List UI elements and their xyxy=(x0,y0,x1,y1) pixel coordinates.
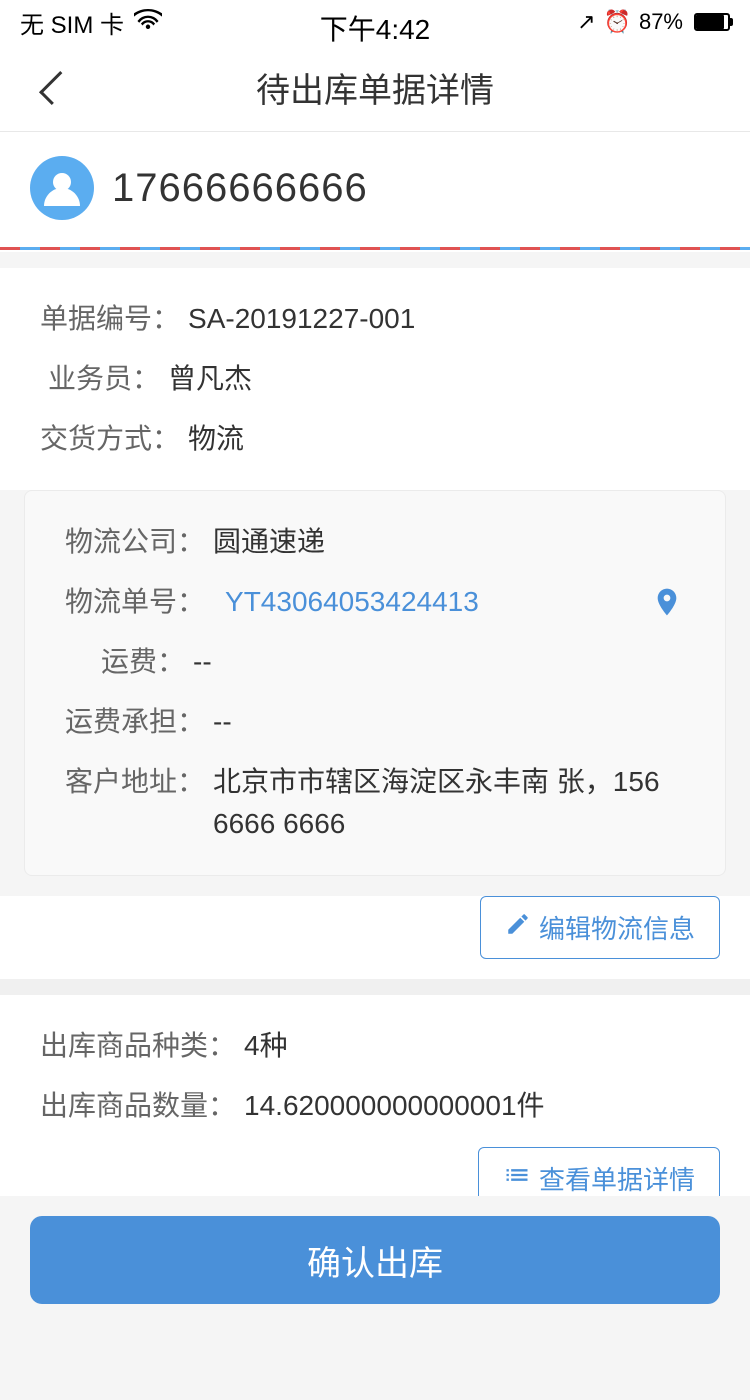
tracking-row: 物流单号： YT43064053424413 xyxy=(65,581,685,623)
confirm-btn-label: 确认出库 xyxy=(307,1236,443,1285)
tracking-location-icon[interactable] xyxy=(649,584,685,620)
sales-person-label: 业务员： xyxy=(40,358,160,400)
address-label: 客户地址： xyxy=(65,761,205,803)
user-icon xyxy=(42,168,82,208)
location-arrow-icon: ↗ xyxy=(577,9,595,35)
logistics-company-label: 物流公司： xyxy=(65,521,205,563)
battery-percent: 87% xyxy=(639,9,683,35)
delivery-method-label: 交货方式： xyxy=(40,418,180,460)
freight-bearer-label: 运费承担： xyxy=(65,701,205,743)
goods-type-row: 出库商品种类： 4种 xyxy=(40,1025,710,1067)
goods-qty-value: 14.620000000000001件 xyxy=(244,1085,710,1127)
wifi-icon xyxy=(134,8,162,36)
freight-row: 运费： -- xyxy=(65,641,685,683)
delivery-method-value: 物流 xyxy=(188,418,710,460)
sales-person-value: 曾凡杰 xyxy=(168,358,710,400)
order-no-row: 单据编号： SA-20191227-001 xyxy=(40,298,710,340)
carrier-label: 无 SIM 卡 xyxy=(20,5,124,40)
edit-btn-label: 编辑物流信息 xyxy=(539,909,695,946)
back-button[interactable] xyxy=(30,66,74,110)
goods-type-label: 出库商品种类： xyxy=(40,1025,236,1067)
avatar xyxy=(30,156,94,220)
freight-bearer-row: 运费承担： -- xyxy=(65,701,685,743)
edit-btn-row: 编辑物流信息 xyxy=(0,896,750,979)
status-bar: 无 SIM 卡 下午4:42 ↗ ⏰ 87% xyxy=(0,0,750,44)
stats-section: 出库商品种类： 4种 出库商品数量： 14.620000000000001件 xyxy=(0,995,750,1127)
goods-qty-row: 出库商品数量： 14.620000000000001件 xyxy=(40,1085,710,1127)
delivery-method-row: 交货方式： 物流 xyxy=(40,418,710,460)
freight-label: 运费： xyxy=(65,641,185,683)
list-icon xyxy=(503,1161,531,1196)
battery-icon xyxy=(691,13,730,31)
edit-icon xyxy=(505,911,531,944)
status-left: 无 SIM 卡 xyxy=(20,5,162,40)
confirm-outbound-button[interactable]: 确认出库 xyxy=(30,1216,720,1304)
goods-type-value: 4种 xyxy=(244,1025,710,1067)
sales-person-row: 业务员： 曾凡杰 xyxy=(40,358,710,400)
order-no-value: SA-20191227-001 xyxy=(188,298,710,340)
order-info-section: 单据编号： SA-20191227-001 业务员： 曾凡杰 交货方式： 物流 xyxy=(0,268,750,490)
alarm-icon: ⏰ xyxy=(604,9,631,35)
status-right: ↗ ⏰ 87% xyxy=(577,9,730,35)
section-separator xyxy=(0,979,750,995)
freight-bearer-value: -- xyxy=(213,701,685,743)
logistics-card: 物流公司： 圆通速递 物流单号： YT43064053424413 运费： --… xyxy=(24,490,726,876)
tracking-no-value: YT43064053424413 xyxy=(225,581,637,623)
page-title: 待出库单据详情 xyxy=(74,63,676,112)
goods-qty-label: 出库商品数量： xyxy=(40,1085,236,1127)
edit-logistics-button[interactable]: 编辑物流信息 xyxy=(480,896,720,959)
customer-header: 17666666666 xyxy=(0,132,750,244)
address-value: 北京市市辖区海淀区永丰南 张，156 6666 6666 xyxy=(213,761,685,845)
logistics-company-row: 物流公司： 圆通速递 xyxy=(65,521,685,563)
order-no-label: 单据编号： xyxy=(40,298,180,340)
tracking-label: 物流单号： xyxy=(65,581,205,623)
status-time: 下午4:42 xyxy=(320,8,431,48)
view-btn-label: 查看单据详情 xyxy=(539,1160,695,1197)
nav-bar: 待出库单据详情 xyxy=(0,44,750,132)
confirm-btn-wrapper: 确认出库 xyxy=(0,1196,750,1334)
address-row: 客户地址： 北京市市辖区海淀区永丰南 张，156 6666 6666 xyxy=(65,761,685,845)
back-chevron-icon xyxy=(39,71,73,105)
freight-value: -- xyxy=(193,641,685,683)
dashed-divider xyxy=(0,244,750,252)
customer-phone: 17666666666 xyxy=(112,166,368,211)
logistics-company-value: 圆通速递 xyxy=(213,521,685,563)
